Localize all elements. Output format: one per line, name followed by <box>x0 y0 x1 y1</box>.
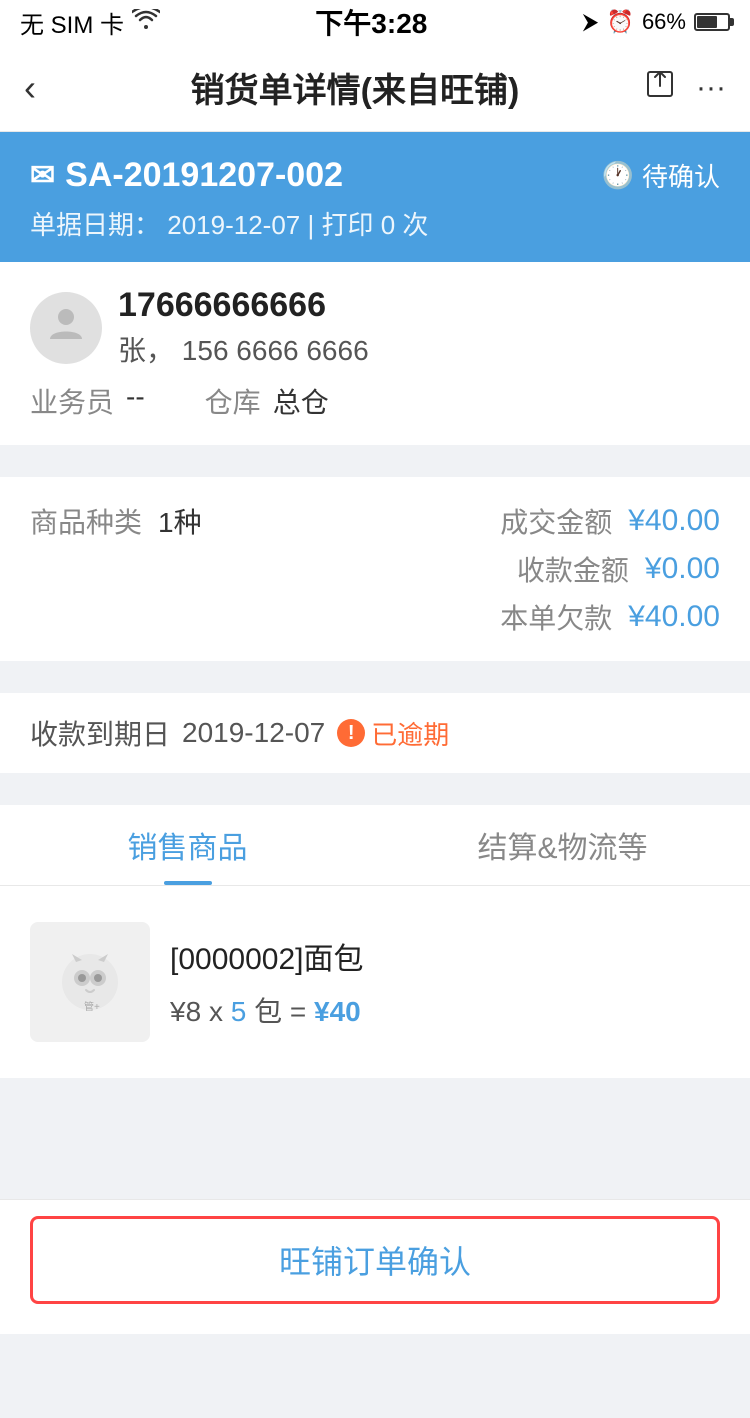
print-separator: | 打印 <box>307 210 380 240</box>
wifi-icon <box>132 8 160 36</box>
customer-phone: 17666666666 <box>118 286 369 325</box>
status-right: ⮞ ⏰ 66% <box>583 9 730 35</box>
order-meta: 单据日期： 2019-12-07 | 打印 0 次 <box>30 205 720 242</box>
warehouse-value: 总仓 <box>273 381 329 421</box>
battery-icon <box>694 13 730 31</box>
page-title: 销货单详情(来自旺铺) <box>84 63 626 112</box>
customer-section: 17666666666 张， 156 6666 6666 业务员 -- 仓库 总… <box>0 262 750 445</box>
tab-sales-label: 销售商品 <box>128 823 248 867</box>
share-icon[interactable] <box>644 68 676 108</box>
battery-percent: 66% <box>642 9 686 35</box>
product-section: 管+ [0000002]面包 ¥8 x 5 包 = ¥40 <box>0 886 750 1078</box>
salesperson-label: 业务员 <box>30 381 114 421</box>
overdue-text: 已逾期 <box>371 715 449 752</box>
alarm-icon: ⏰ <box>607 9 634 35</box>
divider-3 <box>0 789 750 805</box>
product-info: [0000002]面包 ¥8 x 5 包 = ¥40 <box>170 934 720 1030</box>
order-number: ✉ SA-20191207-002 <box>30 156 343 195</box>
owed-label: 本单欠款 <box>500 597 612 637</box>
customer-name: 张， 156 6666 6666 <box>118 329 369 369</box>
overdue-badge: ! 已逾期 <box>337 715 449 752</box>
customer-info: 17666666666 张， 156 6666 6666 <box>118 286 369 369</box>
amount-label: 成交金额 <box>500 501 612 541</box>
tab-bar: 销售商品 结算&物流等 <box>0 805 750 886</box>
amount-value: ¥40.00 <box>628 504 720 538</box>
due-date-section: 收款到期日 2019-12-07 ! 已逾期 <box>0 693 750 773</box>
summary-amounts: 成交金额 ¥40.00 收款金额 ¥0.00 本单欠款 ¥40.00 <box>500 501 720 637</box>
email-icon: ✉ <box>30 158 55 193</box>
date-label: 单据日期： <box>30 210 160 240</box>
product-name: [0000002]面包 <box>170 934 720 978</box>
order-date: 2019-12-07 <box>167 210 300 240</box>
order-number-text: SA-20191207-002 <box>65 156 343 195</box>
customer-details: 业务员 -- 仓库 总仓 <box>30 381 720 421</box>
divider-1 <box>0 461 750 477</box>
category-label: 商品种类 <box>30 501 142 541</box>
confirm-order-button[interactable]: 旺铺订单确认 <box>30 1216 720 1304</box>
tab-section: 销售商品 结算&物流等 <box>0 805 750 886</box>
qty-value: 5 <box>231 996 247 1027</box>
nav-bar: ‹ 销货单详情(来自旺铺) ··· <box>0 44 750 132</box>
print-unit: 次 <box>402 210 428 240</box>
bottom-bar: 旺铺订单确认 <box>0 1199 750 1334</box>
print-count: 0 <box>381 210 395 240</box>
more-icon[interactable]: ··· <box>696 71 726 105</box>
due-date-label: 收款到期日 <box>30 713 170 753</box>
received-label: 收款金额 <box>517 549 629 589</box>
total-value: ¥40 <box>314 996 361 1027</box>
warehouse-label: 仓库 <box>205 381 261 421</box>
category-value: 1种 <box>158 501 202 541</box>
tab-sales-products[interactable]: 销售商品 <box>0 805 375 885</box>
status-bar: 无 SIM 卡 下午3:28 ⮞ ⏰ 66% <box>0 0 750 44</box>
equals-sign: = <box>290 996 314 1027</box>
product-price: ¥8 x 5 包 = ¥40 <box>170 990 720 1030</box>
warehouse-detail: 仓库 总仓 <box>205 381 329 421</box>
salesperson-value: -- <box>126 381 145 421</box>
received-row: 收款金额 ¥0.00 <box>517 549 720 589</box>
status-left: 无 SIM 卡 <box>20 5 160 40</box>
salesperson-detail: 业务员 -- <box>30 381 145 421</box>
tab-settlement-label: 结算&物流等 <box>477 823 647 867</box>
tab-settlement[interactable]: 结算&物流等 <box>375 805 750 885</box>
divider-2 <box>0 677 750 693</box>
avatar <box>30 292 102 364</box>
clock-icon: 🕐 <box>602 160 634 191</box>
person-icon <box>46 303 86 353</box>
owed-row: 本单欠款 ¥40.00 <box>500 597 720 637</box>
multiply-sign: x <box>209 996 231 1027</box>
svg-text:管+: 管+ <box>84 1000 100 1013</box>
order-header: ✉ SA-20191207-002 🕐 待确认 单据日期： 2019-12-07… <box>0 132 750 262</box>
received-value: ¥0.00 <box>645 552 720 586</box>
unit-text: 包 <box>254 996 282 1027</box>
status-text: 待确认 <box>642 157 720 194</box>
order-status-badge: 🕐 待确认 <box>602 157 720 194</box>
product-item: 管+ [0000002]面包 ¥8 x 5 包 = ¥40 <box>30 906 720 1058</box>
due-date-value: 2019-12-07 <box>182 717 325 749</box>
time-display: 下午3:28 <box>315 2 427 42</box>
owed-value: ¥40.00 <box>628 600 720 634</box>
overdue-warning-icon: ! <box>337 719 365 747</box>
back-button[interactable]: ‹ <box>24 67 84 109</box>
nav-actions: ··· <box>626 68 726 108</box>
carrier-text: 无 SIM 卡 <box>20 5 124 40</box>
amount-row: 成交金额 ¥40.00 <box>500 501 720 541</box>
product-thumbnail: 管+ <box>30 922 150 1042</box>
price-text: ¥8 <box>170 996 201 1027</box>
summary-section: 商品种类 1种 成交金额 ¥40.00 收款金额 ¥0.00 本单欠款 ¥40.… <box>0 477 750 661</box>
location-icon: ⮞ <box>583 9 599 35</box>
